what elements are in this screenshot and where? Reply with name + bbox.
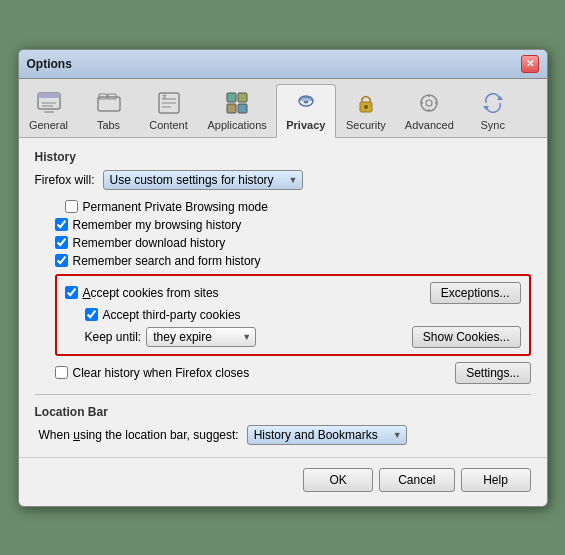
svg-rect-4 xyxy=(44,111,54,113)
firefox-will-row: Firefox will: Use custom settings for hi… xyxy=(35,170,531,190)
tabs-icon xyxy=(95,89,123,117)
tab-general-label: General xyxy=(29,119,68,131)
tab-tabs[interactable]: Tabs xyxy=(79,84,139,138)
main-content: History Firefox will: Use custom setting… xyxy=(19,138,547,457)
tab-content-label: Content xyxy=(149,119,188,131)
svg-rect-14 xyxy=(238,93,247,102)
sync-icon xyxy=(479,89,507,117)
remember-browsing-row: Remember my browsing history xyxy=(55,218,531,232)
tab-tabs-label: Tabs xyxy=(97,119,120,131)
general-icon xyxy=(35,89,63,117)
advanced-icon xyxy=(415,89,443,117)
show-cookies-button[interactable]: Show Cookies... xyxy=(412,326,521,348)
remember-download-label: Remember download history xyxy=(73,236,226,250)
content-icon: 文 xyxy=(155,89,183,117)
remember-browsing-label: Remember my browsing history xyxy=(73,218,242,232)
title-bar: Options ✕ xyxy=(19,50,547,79)
permanent-private-checkbox[interactable] xyxy=(65,200,78,213)
suggest-dropdown[interactable]: History and Bookmarks xyxy=(247,425,407,445)
svg-point-22 xyxy=(426,100,432,106)
window-title: Options xyxy=(27,57,72,71)
tab-sync-label: Sync xyxy=(481,119,505,131)
ok-button[interactable]: OK xyxy=(303,468,373,492)
svg-rect-15 xyxy=(227,104,236,113)
tab-applications-label: Applications xyxy=(208,119,267,131)
suggest-label: When using the location bar, suggest: xyxy=(39,428,239,442)
bottom-buttons: OK Cancel Help xyxy=(19,457,547,506)
svg-rect-13 xyxy=(227,93,236,102)
keep-until-value: they expire xyxy=(153,330,212,344)
separator xyxy=(35,394,531,395)
accept-cookies-row: Accept cookies from sites Exceptions... xyxy=(65,282,521,304)
tab-general[interactable]: General xyxy=(19,84,79,138)
settings-button[interactable]: Settings... xyxy=(455,362,530,384)
accept-third-party-left: Accept third-party cookies xyxy=(85,308,241,322)
keep-until-label: Keep until: xyxy=(85,330,142,344)
remember-download-row: Remember download history xyxy=(55,236,531,250)
svg-rect-1 xyxy=(38,93,60,98)
accept-third-party-checkbox[interactable] xyxy=(85,308,98,321)
accept-third-party-row: Accept third-party cookies xyxy=(85,308,521,322)
remember-search-row: Remember search and form history xyxy=(55,254,531,268)
clear-history-left: Clear history when Firefox closes xyxy=(55,366,250,380)
accept-cookies-left: Accept cookies from sites xyxy=(65,286,219,300)
tab-privacy-label: Privacy xyxy=(286,119,325,131)
svg-rect-16 xyxy=(238,104,247,113)
tab-advanced-label: Advanced xyxy=(405,119,454,131)
tab-privacy[interactable]: Privacy xyxy=(276,84,336,138)
clear-history-checkbox[interactable] xyxy=(55,366,68,379)
tab-security[interactable]: Security xyxy=(336,84,396,138)
tab-advanced[interactable]: Advanced xyxy=(396,84,463,138)
keep-until-row: Keep until: they expire Show Cookies... xyxy=(65,326,521,348)
accept-cookies-label: Accept cookies from sites xyxy=(83,286,219,300)
clear-history-label: Clear history when Firefox closes xyxy=(73,366,250,380)
history-dropdown-value: Use custom settings for history xyxy=(110,173,274,187)
history-dropdown[interactable]: Use custom settings for history xyxy=(103,170,303,190)
location-bar-section: Location Bar When using the location bar… xyxy=(35,405,531,445)
privacy-icon xyxy=(292,89,320,117)
close-button[interactable]: ✕ xyxy=(521,55,539,73)
suggest-value: History and Bookmarks xyxy=(254,428,378,442)
firefox-will-label: Firefox will: xyxy=(35,173,95,187)
keep-until-dropdown[interactable]: they expire xyxy=(146,327,256,347)
tab-applications[interactable]: Applications xyxy=(199,84,276,138)
tab-sync[interactable]: Sync xyxy=(463,84,523,138)
tab-content[interactable]: 文 Content xyxy=(139,84,199,138)
svg-point-21 xyxy=(421,95,437,111)
svg-text:文: 文 xyxy=(162,93,167,99)
location-bar-row: When using the location bar, suggest: Hi… xyxy=(39,425,531,445)
exceptions-button[interactable]: Exceptions... xyxy=(430,282,521,304)
remember-download-checkbox[interactable] xyxy=(55,236,68,249)
tab-security-label: Security xyxy=(346,119,386,131)
cancel-button[interactable]: Cancel xyxy=(379,468,454,492)
keep-until-left: Keep until: they expire xyxy=(65,327,257,347)
accept-third-party-label: Accept third-party cookies xyxy=(103,308,241,322)
applications-icon xyxy=(223,89,251,117)
tabs-bar: General Tabs 文 xyxy=(19,79,547,138)
permanent-private-row: Permanent Private Browsing mode xyxy=(65,200,531,214)
options-window: Options ✕ General xyxy=(18,49,548,507)
help-button[interactable]: Help xyxy=(461,468,531,492)
clear-history-row: Clear history when Firefox closes Settin… xyxy=(55,362,531,384)
cookies-section: Accept cookies from sites Exceptions... … xyxy=(55,274,531,356)
remember-search-checkbox[interactable] xyxy=(55,254,68,267)
permanent-private-label: Permanent Private Browsing mode xyxy=(83,200,268,214)
security-icon xyxy=(352,89,380,117)
history-section-label: History xyxy=(35,150,531,164)
remember-browsing-checkbox[interactable] xyxy=(55,218,68,231)
accept-cookies-checkbox[interactable] xyxy=(65,286,78,299)
svg-point-20 xyxy=(364,105,368,109)
location-bar-label: Location Bar xyxy=(35,405,531,419)
remember-search-label: Remember search and form history xyxy=(73,254,261,268)
